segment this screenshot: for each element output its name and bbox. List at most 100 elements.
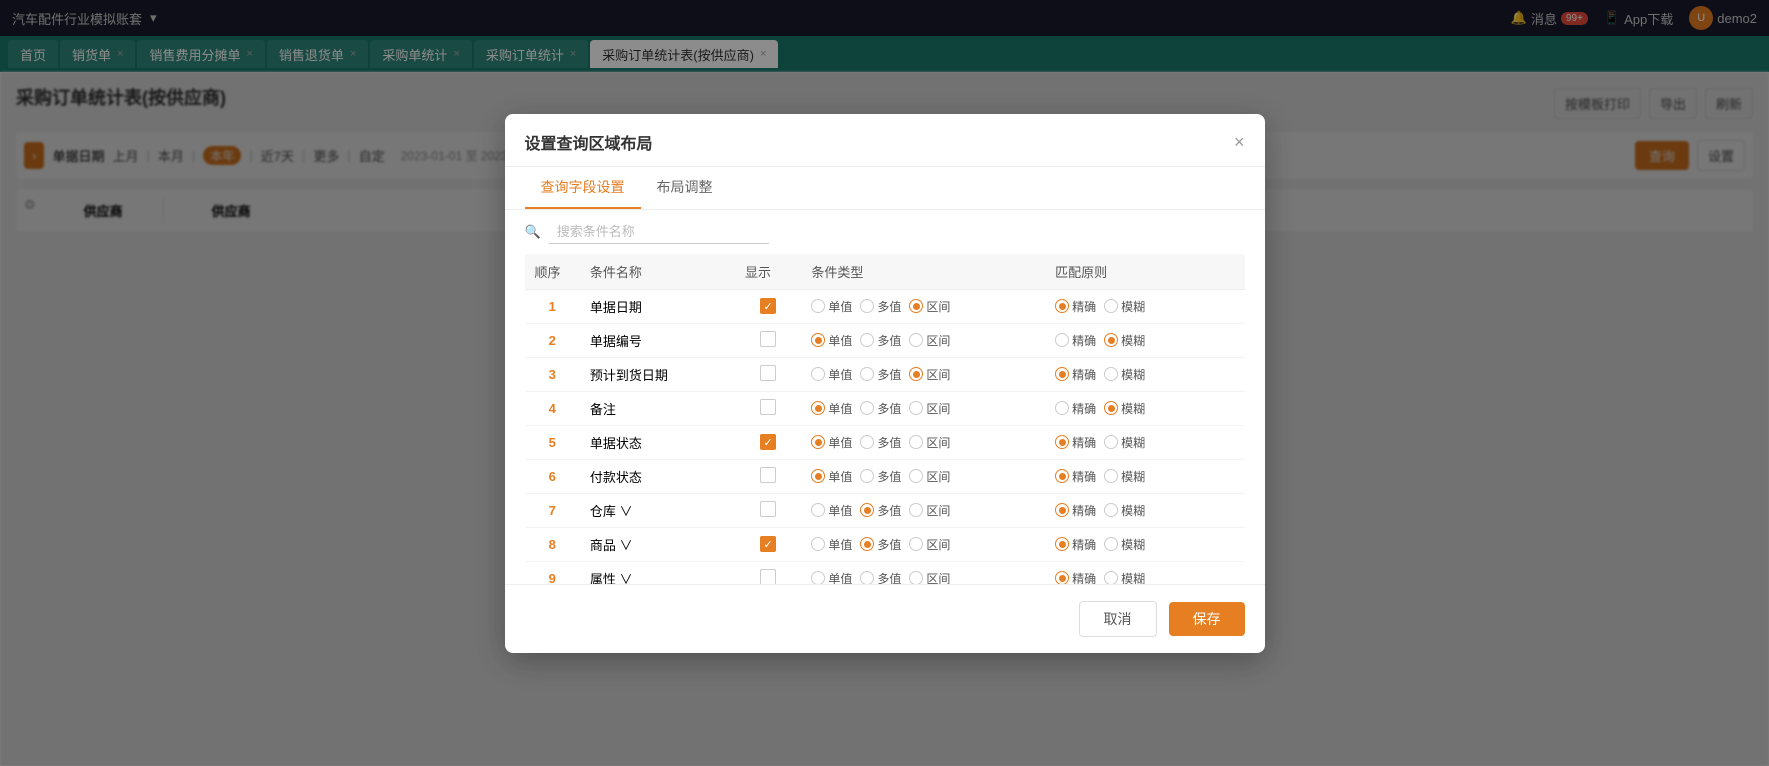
radio-match-exact[interactable]: 精确 <box>1055 468 1096 485</box>
display-checkbox[interactable] <box>760 298 776 314</box>
conditions-table-scroll: 顺序 条件名称 显示 条件类型 匹配原则 1单据日期单值多值区间精确模糊2单据编… <box>525 254 1245 584</box>
display-checkbox[interactable] <box>760 331 776 347</box>
cell-match: 精确模糊 <box>1045 459 1244 493</box>
cell-name: 单据编号 <box>580 323 735 357</box>
radio-type-range[interactable]: 区间 <box>909 332 950 349</box>
radio-type-single[interactable]: 单值 <box>811 332 852 349</box>
radio-type-single[interactable]: 单值 <box>811 400 852 417</box>
radio-type-multi[interactable]: 多值 <box>860 400 901 417</box>
radio-match-exact[interactable]: 精确 <box>1055 298 1096 315</box>
table-row: 8商品 ∨单值多值区间精确模糊 <box>525 527 1245 561</box>
cell-display <box>735 357 801 391</box>
radio-type-range[interactable]: 区间 <box>909 536 950 553</box>
radio-match-exact[interactable]: 精确 <box>1055 366 1096 383</box>
radio-match-fuzzy[interactable]: 模糊 <box>1104 570 1145 584</box>
radio-type-multi[interactable]: 多值 <box>860 332 901 349</box>
table-row: 9属性 ∨ 单值多值区间 精确模糊 <box>525 561 1245 584</box>
cell-order: 8 <box>525 527 580 561</box>
cell-display <box>735 493 801 527</box>
radio-type-multi[interactable]: 多值 <box>860 502 901 519</box>
display-checkbox[interactable] <box>760 501 776 517</box>
radio-match-exact[interactable]: 精确 <box>1055 502 1096 519</box>
tab-field-settings[interactable]: 查询字段设置 <box>525 167 641 209</box>
cell-order: 5 <box>525 425 580 459</box>
display-checkbox[interactable] <box>760 467 776 483</box>
radio-type-multi[interactable]: 多值 <box>860 570 901 584</box>
cell-name: 付款状态 <box>580 459 735 493</box>
dialog-close-button[interactable]: × <box>1234 133 1245 151</box>
radio-type-range[interactable]: 区间 <box>909 434 950 451</box>
cell-match: 精确模糊 <box>1045 561 1244 584</box>
cell-order: 4 <box>525 391 580 425</box>
radio-match-exact[interactable]: 精确 <box>1055 536 1096 553</box>
search-input[interactable] <box>549 220 769 244</box>
cell-match: 精确模糊 <box>1045 527 1244 561</box>
display-checkbox[interactable] <box>760 434 776 450</box>
cell-match: 精确模糊 <box>1045 425 1244 459</box>
cell-type: 单值多值区间 <box>801 425 1045 459</box>
modal-overlay: 设置查询区域布局 × 查询字段设置 布局调整 🔍 顺序 条件名称 显示 <box>0 0 1769 766</box>
display-checkbox[interactable] <box>760 569 776 584</box>
radio-type-single[interactable]: 单值 <box>811 298 852 315</box>
cell-order: 6 <box>525 459 580 493</box>
display-checkbox[interactable] <box>760 365 776 381</box>
radio-type-range[interactable]: 区间 <box>909 366 950 383</box>
radio-match-exact[interactable]: 精确 <box>1055 570 1096 584</box>
cell-display <box>735 459 801 493</box>
cell-type: 单值多值区间 <box>801 391 1045 425</box>
radio-type-single[interactable]: 单值 <box>811 570 852 584</box>
save-button[interactable]: 保存 <box>1169 602 1245 636</box>
cell-order: 9 <box>525 561 580 584</box>
radio-match-fuzzy[interactable]: 模糊 <box>1104 536 1145 553</box>
table-row: 5单据状态单值多值区间精确模糊 <box>525 425 1245 459</box>
radio-type-single[interactable]: 单值 <box>811 468 852 485</box>
radio-match-fuzzy[interactable]: 模糊 <box>1104 434 1145 451</box>
col-header-order: 顺序 <box>525 254 580 290</box>
radio-type-multi[interactable]: 多值 <box>860 298 901 315</box>
dialog-body: 顺序 条件名称 显示 条件类型 匹配原则 1单据日期单值多值区间精确模糊2单据编… <box>505 254 1265 584</box>
cell-type: 单值多值区间 <box>801 527 1045 561</box>
radio-type-single[interactable]: 单值 <box>811 536 852 553</box>
cancel-button[interactable]: 取消 <box>1079 601 1157 637</box>
radio-match-exact[interactable]: 精确 <box>1055 434 1096 451</box>
radio-match-fuzzy[interactable]: 模糊 <box>1104 332 1145 349</box>
cell-type: 单值多值区间 <box>801 323 1045 357</box>
radio-match-fuzzy[interactable]: 模糊 <box>1104 298 1145 315</box>
cell-match: 精确模糊 <box>1045 323 1244 357</box>
col-header-match: 匹配原则 <box>1045 254 1244 290</box>
radio-match-exact[interactable]: 精确 <box>1055 332 1096 349</box>
radio-type-range[interactable]: 区间 <box>909 570 950 584</box>
display-checkbox[interactable] <box>760 399 776 415</box>
cell-order: 1 <box>525 289 580 323</box>
table-row: 7仓库 ∨单值多值区间精确模糊 <box>525 493 1245 527</box>
radio-match-fuzzy[interactable]: 模糊 <box>1104 366 1145 383</box>
display-checkbox[interactable] <box>760 536 776 552</box>
search-icon: 🔍 <box>525 224 541 240</box>
cell-display <box>735 425 801 459</box>
col-header-display: 显示 <box>735 254 801 290</box>
dialog: 设置查询区域布局 × 查询字段设置 布局调整 🔍 顺序 条件名称 显示 <box>505 114 1265 653</box>
cell-order: 7 <box>525 493 580 527</box>
cell-order: 2 <box>525 323 580 357</box>
radio-type-range[interactable]: 区间 <box>909 298 950 315</box>
cell-name: 单据状态 <box>580 425 735 459</box>
radio-type-range[interactable]: 区间 <box>909 400 950 417</box>
tab-layout-adjust[interactable]: 布局调整 <box>641 167 729 209</box>
radio-type-range[interactable]: 区间 <box>909 468 950 485</box>
radio-type-single[interactable]: 单值 <box>811 502 852 519</box>
radio-type-multi[interactable]: 多值 <box>860 468 901 485</box>
radio-type-single[interactable]: 单值 <box>811 434 852 451</box>
radio-type-multi[interactable]: 多值 <box>860 366 901 383</box>
radio-type-single[interactable]: 单值 <box>811 366 852 383</box>
radio-match-fuzzy[interactable]: 模糊 <box>1104 502 1145 519</box>
radio-type-multi[interactable]: 多值 <box>860 434 901 451</box>
cell-name: 预计到货日期 <box>580 357 735 391</box>
cell-name: 属性 ∨ <box>580 561 735 584</box>
radio-type-multi[interactable]: 多值 <box>860 536 901 553</box>
radio-type-range[interactable]: 区间 <box>909 502 950 519</box>
radio-match-fuzzy[interactable]: 模糊 <box>1104 468 1145 485</box>
table-row: 3预计到货日期单值多值区间精确模糊 <box>525 357 1245 391</box>
radio-match-exact[interactable]: 精确 <box>1055 400 1096 417</box>
radio-match-fuzzy[interactable]: 模糊 <box>1104 400 1145 417</box>
cell-match: 精确模糊 <box>1045 357 1244 391</box>
